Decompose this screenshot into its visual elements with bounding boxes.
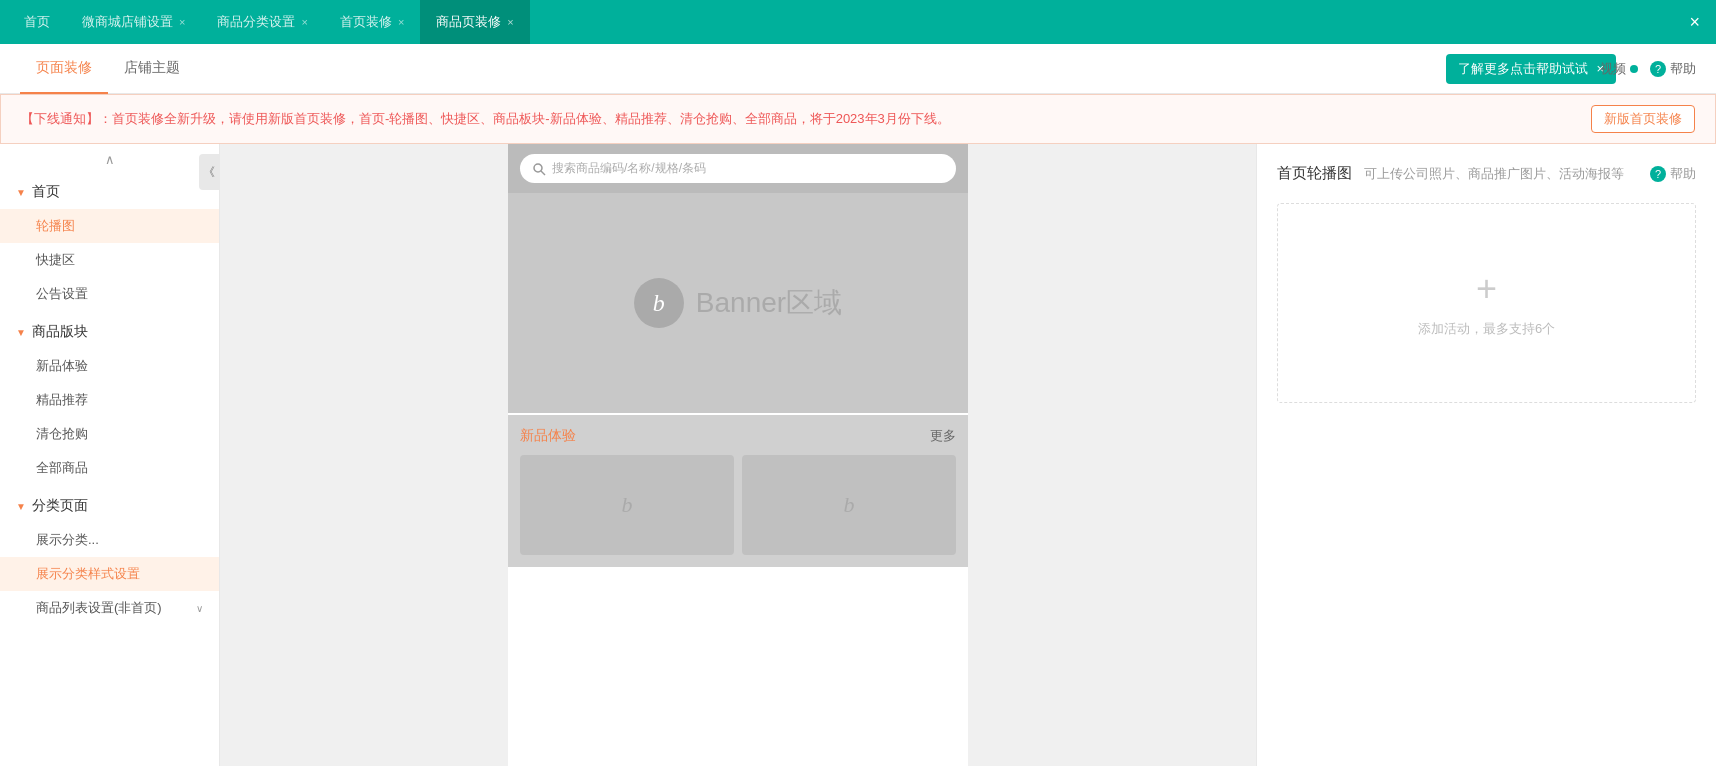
nav-group-category-title[interactable]: ▼ 分类页面 xyxy=(0,489,219,523)
sidebar: ∧ 《 ▼ 首页 轮播图 快捷区 公告设置 ▼ 商品版块 xyxy=(0,144,220,766)
banner-text: Banner区域 xyxy=(696,284,842,322)
product-card-1: b xyxy=(520,455,734,555)
close-tab-store[interactable]: × xyxy=(179,16,185,28)
tab-category-settings[interactable]: 商品分类设置 × xyxy=(201,0,323,44)
chevron-up-icon: ∧ xyxy=(105,152,115,167)
sidebar-item-carousel[interactable]: 轮播图 xyxy=(0,209,219,243)
window-close-button[interactable]: × xyxy=(1681,12,1708,33)
sidebar-collapse-button[interactable]: 《 xyxy=(199,154,219,190)
add-banner-area[interactable]: + 添加活动，最多支持6个 xyxy=(1277,203,1696,403)
preview-phone-frame: 搜索商品编码/名称/规格/条码 b Banner区域 新品体验 更多 xyxy=(508,144,968,766)
header-right: 视频 ? 帮助 xyxy=(1600,60,1696,78)
arrow-down-icon3: ▼ xyxy=(16,501,26,512)
search-icon xyxy=(532,162,546,176)
arrow-down-icon2: ▼ xyxy=(16,327,26,338)
sidebar-item-show-category[interactable]: 展示分类... xyxy=(0,523,219,557)
right-panel-title-group: 首页轮播图 可上传公司照片、商品推广图片、活动海报等 xyxy=(1277,164,1624,183)
sidebar-item-all-products[interactable]: 全部商品 xyxy=(0,451,219,485)
right-panel-subtitle: 可上传公司照片、商品推广图片、活动海报等 xyxy=(1364,166,1624,181)
sub-tab-page-decor[interactable]: 页面装修 xyxy=(20,44,108,94)
close-tab-category[interactable]: × xyxy=(301,16,307,28)
sidebar-item-category-style[interactable]: 展示分类样式设置 xyxy=(0,557,219,591)
help-banner-text: 了解更多点击帮助试试 xyxy=(1458,60,1588,78)
sidebar-item-product-list[interactable]: 商品列表设置(非首页) ∨ xyxy=(0,591,219,625)
dot-icon xyxy=(1630,65,1638,73)
banner-logo: b Banner区域 xyxy=(634,278,842,328)
search-placeholder: 搜索商品编码/名称/规格/条码 xyxy=(552,160,706,177)
tab-home[interactable]: 首页 xyxy=(8,0,66,44)
nav-group-home: ▼ 首页 轮播图 快捷区 公告设置 xyxy=(0,175,219,311)
chevron-down-icon: ∨ xyxy=(196,603,203,614)
main-layout: ∧ 《 ▼ 首页 轮播图 快捷区 公告设置 ▼ 商品版块 xyxy=(0,144,1716,766)
tab-store-settings[interactable]: 微商城店铺设置 × xyxy=(66,0,201,44)
search-bar-preview: 搜索商品编码/名称/规格/条码 xyxy=(508,144,968,193)
notice-bar: 【下线通知】：首页装修全新升级，请使用新版首页装修，首页-轮播图、快捷区、商品板… xyxy=(0,94,1716,144)
center-preview: 搜索商品编码/名称/规格/条码 b Banner区域 新品体验 更多 xyxy=(220,144,1256,766)
nav-group-home-title[interactable]: ▼ 首页 xyxy=(0,175,219,209)
sidebar-item-shortcuts[interactable]: 快捷区 xyxy=(0,243,219,277)
sidebar-item-premium[interactable]: 精品推荐 xyxy=(0,383,219,417)
tab-home-decor[interactable]: 首页装修 × xyxy=(324,0,420,44)
help-circle-icon2: ? xyxy=(1650,166,1666,182)
video-link[interactable]: 视频 xyxy=(1600,60,1638,78)
svg-point-0 xyxy=(534,164,542,172)
section-title: 新品体验 xyxy=(520,427,576,445)
add-plus-icon: + xyxy=(1476,268,1497,310)
close-tab-product-decor[interactable]: × xyxy=(507,16,513,28)
section-more: 更多 xyxy=(930,427,956,445)
right-panel-header: 首页轮播图 可上传公司照片、商品推广图片、活动海报等 ? 帮助 xyxy=(1277,164,1696,183)
brand-icon: b xyxy=(634,278,684,328)
new-decor-button[interactable]: 新版首页装修 xyxy=(1591,105,1695,133)
arrow-down-icon: ▼ xyxy=(16,187,26,198)
collapse-icon: 《 xyxy=(203,164,215,181)
help-label: 帮助 xyxy=(1670,60,1696,78)
tab-product-decor[interactable]: 商品页装修 × xyxy=(420,0,529,44)
nav-group-product-block: ▼ 商品版块 新品体验 精品推荐 清仓抢购 全部商品 xyxy=(0,315,219,485)
help-circle-icon: ? xyxy=(1650,61,1666,77)
sidebar-item-clearance[interactable]: 清仓抢购 xyxy=(0,417,219,451)
search-bar-mock: 搜索商品编码/名称/规格/条码 xyxy=(520,154,956,183)
banner-area[interactable]: b Banner区域 xyxy=(508,193,968,413)
sidebar-item-new-experience[interactable]: 新品体验 xyxy=(0,349,219,383)
scroll-up-button[interactable]: ∧ xyxy=(0,144,219,175)
help-link[interactable]: ? 帮助 xyxy=(1650,60,1696,78)
right-help-label: 帮助 xyxy=(1670,165,1696,183)
section-header: 新品体验 更多 xyxy=(520,427,956,445)
product-card-2: b xyxy=(742,455,956,555)
help-banner[interactable]: 了解更多点击帮助试试 × xyxy=(1446,54,1616,84)
product-section: 新品体验 更多 b b xyxy=(508,415,968,567)
right-help-button[interactable]: ? 帮助 xyxy=(1650,165,1696,183)
right-panel: 首页轮播图 可上传公司照片、商品推广图片、活动海报等 ? 帮助 + 添加活动，最… xyxy=(1256,144,1716,766)
sidebar-item-announcement[interactable]: 公告设置 xyxy=(0,277,219,311)
notice-text: 【下线通知】：首页装修全新升级，请使用新版首页装修，首页-轮播图、快捷区、商品板… xyxy=(21,110,1591,128)
product-grid: b b xyxy=(520,455,956,555)
nav-group-category: ▼ 分类页面 展示分类... 展示分类样式设置 商品列表设置(非首页) ∨ xyxy=(0,489,219,625)
add-label: 添加活动，最多支持6个 xyxy=(1418,320,1555,338)
sub-tab-store-theme[interactable]: 店铺主题 xyxy=(108,44,196,94)
video-label: 视频 xyxy=(1600,60,1626,78)
sub-header: 页面装修 店铺主题 了解更多点击帮助试试 × 视频 ? 帮助 xyxy=(0,44,1716,94)
right-panel-title: 首页轮播图 xyxy=(1277,164,1352,181)
tab-bar: 首页 微商城店铺设置 × 商品分类设置 × 首页装修 × 商品页装修 × × xyxy=(0,0,1716,44)
close-tab-home-decor[interactable]: × xyxy=(398,16,404,28)
nav-group-product-title[interactable]: ▼ 商品版块 xyxy=(0,315,219,349)
svg-line-1 xyxy=(541,171,545,175)
